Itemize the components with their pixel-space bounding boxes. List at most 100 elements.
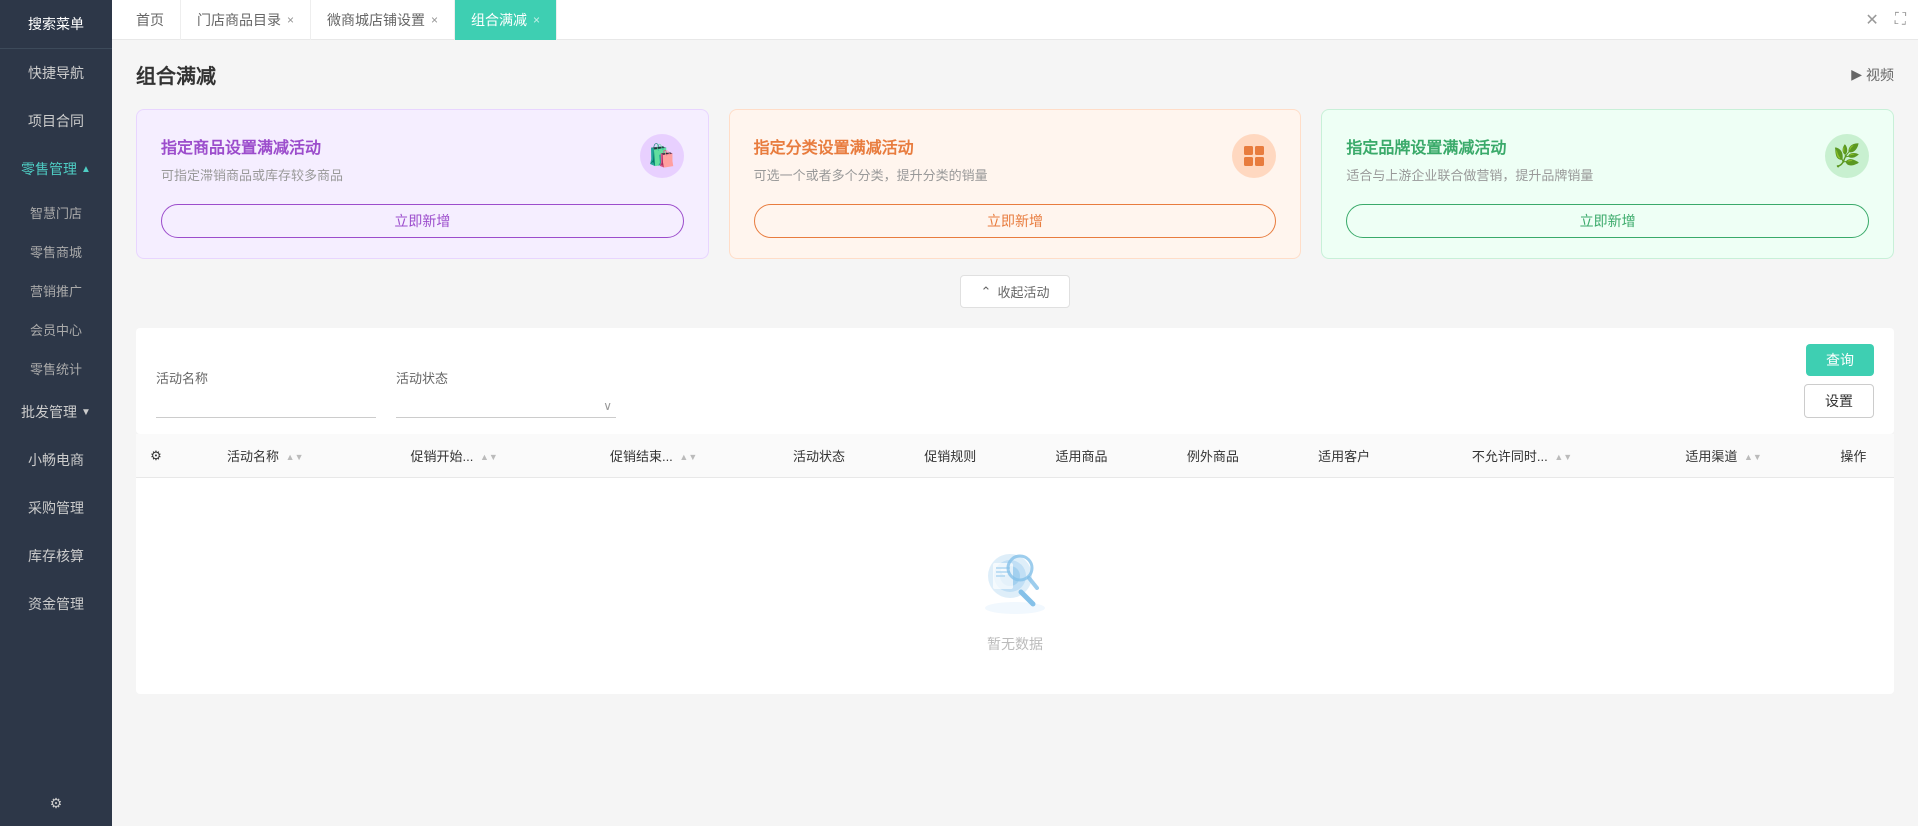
sidebar-item-finance-mgmt[interactable]: 资金管理 bbox=[0, 580, 112, 628]
product-card-desc: 可指定滞销商品或库存较多商品 bbox=[161, 166, 684, 186]
sidebar-item-inventory-calc[interactable]: 库存核算 bbox=[0, 532, 112, 580]
empty-icon bbox=[965, 538, 1065, 618]
sidebar-item-retail-stats[interactable]: 零售统计 bbox=[0, 349, 112, 388]
content-area: 组合满减 ▶ 视频 指定商品设置满减活动 可指定滞销商品或库存较多商品 🛍️ 立… bbox=[112, 40, 1918, 826]
sidebar-item-label: 资金管理 bbox=[28, 594, 84, 614]
sidebar-item-label: 零售统计 bbox=[30, 359, 82, 378]
sort-icon-channel[interactable]: ▲▼ bbox=[1744, 453, 1762, 462]
th-settings[interactable]: ⚙ bbox=[136, 434, 176, 478]
category-card-btn[interactable]: 立即新增 bbox=[754, 204, 1277, 238]
activity-status-label: 活动状态 bbox=[396, 368, 616, 387]
sidebar-search[interactable]: 搜索菜单 bbox=[0, 0, 112, 49]
sidebar-item-marketing[interactable]: 营销推广 bbox=[0, 271, 112, 310]
brand-card-desc: 适合与上游企业联合做营销，提升品牌销量 bbox=[1346, 166, 1869, 186]
settings-btn[interactable]: 设置 bbox=[1804, 384, 1874, 418]
tab-home[interactable]: 首页 bbox=[120, 0, 181, 40]
activity-name-field: 活动名称 bbox=[156, 368, 376, 418]
product-card-btn[interactable]: 立即新增 bbox=[161, 204, 684, 238]
sidebar-item-quick-nav[interactable]: 快捷导航 bbox=[0, 49, 112, 97]
chevron-down-icon: ▼ bbox=[81, 407, 91, 418]
brand-card-btn[interactable]: 立即新增 bbox=[1346, 204, 1869, 238]
cards-row: 指定商品设置满减活动 可指定滞销商品或库存较多商品 🛍️ 立即新增 指定分类设置… bbox=[136, 109, 1894, 259]
sidebar-item-retail-mgmt[interactable]: 零售管理 ▲ bbox=[0, 145, 112, 193]
activity-status-select[interactable]: 进行中 已结束 未开始 bbox=[396, 393, 616, 418]
play-icon: ▶ bbox=[1851, 66, 1862, 83]
activity-name-input[interactable] bbox=[156, 393, 376, 418]
tab-store-catalog[interactable]: 门店商品目录 × bbox=[181, 0, 311, 40]
product-card-title: 指定商品设置满减活动 bbox=[161, 134, 684, 158]
sidebar-item-label: 零售管理 bbox=[21, 159, 77, 179]
sidebar-item-smart-store[interactable]: 智慧门店 bbox=[0, 193, 112, 232]
sort-icon-no-overlap[interactable]: ▲▼ bbox=[1554, 453, 1572, 462]
category-card: 指定分类设置满减活动 可选一个或者多个分类，提升分类的销量 立即新增 bbox=[729, 109, 1302, 259]
chevron-up-icon: ⌃ bbox=[981, 284, 992, 300]
tab-wechat-store-close[interactable]: × bbox=[431, 13, 438, 27]
sidebar-item-project-contract[interactable]: 项目合同 bbox=[0, 97, 112, 145]
sort-icon-end[interactable]: ▲▼ bbox=[679, 453, 697, 462]
th-channel-label: 适用渠道 bbox=[1685, 449, 1737, 464]
table-body: 暂无数据 bbox=[136, 478, 1894, 695]
th-except-goods: 例外商品 bbox=[1147, 434, 1278, 478]
th-status: 活动状态 bbox=[753, 434, 884, 478]
query-btn[interactable]: 查询 bbox=[1806, 344, 1874, 376]
collapse-btn[interactable]: ⌃ 收起活动 bbox=[960, 275, 1071, 308]
sidebar-item-label: 库存核算 bbox=[28, 546, 84, 566]
search-buttons: 查询 设置 bbox=[1804, 344, 1874, 418]
empty-state: 暂无数据 bbox=[136, 478, 1894, 694]
table-header: ⚙ 活动名称 ▲▼ 促销开始... ▲▼ 促销结束... ▲▼ bbox=[136, 434, 1894, 478]
tab-wechat-store[interactable]: 微商城店铺设置 × bbox=[311, 0, 455, 40]
empty-text: 暂无数据 bbox=[987, 634, 1043, 654]
category-card-desc: 可选一个或者多个分类，提升分类的销量 bbox=[754, 166, 1277, 186]
sort-icon-start[interactable]: ▲▼ bbox=[480, 453, 498, 462]
close-window-btn[interactable]: ✕ bbox=[1861, 6, 1882, 34]
tab-combo-discount-label: 组合满减 bbox=[471, 10, 527, 30]
tab-combo-discount[interactable]: 组合满减 × bbox=[455, 0, 557, 40]
sidebar-item-label: 智慧门店 bbox=[30, 203, 82, 222]
activity-status-field: 活动状态 进行中 已结束 未开始 ∨ bbox=[396, 368, 616, 418]
th-name-label: 活动名称 bbox=[227, 449, 279, 464]
tab-store-catalog-close[interactable]: × bbox=[287, 13, 294, 27]
th-rule: 促销规则 bbox=[885, 434, 1016, 478]
sidebar-item-xiaochangec[interactable]: 小畅电商 bbox=[0, 436, 112, 484]
th-name: 活动名称 ▲▼ bbox=[176, 434, 355, 478]
video-btn[interactable]: ▶ 视频 bbox=[1851, 65, 1894, 85]
chevron-up-icon: ▲ bbox=[81, 164, 91, 175]
sidebar-item-label: 批发管理 bbox=[21, 402, 77, 422]
sidebar-item-label: 采购管理 bbox=[28, 498, 84, 518]
tab-combo-discount-close[interactable]: × bbox=[533, 13, 540, 27]
th-end-label: 促销结束... bbox=[610, 449, 673, 464]
sidebar-item-label: 小畅电商 bbox=[28, 450, 84, 470]
tab-store-catalog-label: 门店商品目录 bbox=[197, 10, 281, 30]
brand-card-title: 指定品牌设置满减活动 bbox=[1346, 134, 1869, 158]
sidebar-item-purchase-mgmt[interactable]: 采购管理 bbox=[0, 484, 112, 532]
th-start-label: 促销开始... bbox=[411, 449, 474, 464]
collapse-btn-label: 收起活动 bbox=[997, 282, 1049, 301]
search-bar: 活动名称 活动状态 进行中 已结束 未开始 ∨ 查询 设置 bbox=[136, 328, 1894, 434]
sidebar-item-retail-mall[interactable]: 零售商城 bbox=[0, 232, 112, 271]
brand-card-icon: 🌿 bbox=[1825, 134, 1869, 178]
th-end: 促销结束... ▲▼ bbox=[554, 434, 753, 478]
activity-name-label: 活动名称 bbox=[156, 368, 376, 387]
page-title: 组合满减 bbox=[136, 60, 216, 89]
collapse-bar: ⌃ 收起活动 bbox=[136, 275, 1894, 308]
sidebar-item-wholesale-mgmt[interactable]: 批发管理 ▼ bbox=[0, 388, 112, 436]
th-goods: 适用商品 bbox=[1016, 434, 1147, 478]
gear-icon: ⚙ bbox=[50, 795, 63, 811]
sort-icon-name[interactable]: ▲▼ bbox=[286, 453, 304, 462]
sidebar-item-label: 会员中心 bbox=[30, 320, 82, 339]
brand-card: 指定品牌设置满减活动 适合与上游企业联合做营销，提升品牌销量 🌿 立即新增 bbox=[1321, 109, 1894, 259]
video-label: 视频 bbox=[1866, 65, 1894, 85]
sidebar-item-label: 快捷导航 bbox=[28, 63, 84, 83]
sidebar-item-label: 营销推广 bbox=[30, 281, 82, 300]
sidebar-item-member-center[interactable]: 会员中心 bbox=[0, 310, 112, 349]
main-area: 首页 门店商品目录 × 微商城店铺设置 × 组合满减 × ✕ ⛶ 组合满减 ▶ … bbox=[112, 0, 1918, 826]
th-action: 操作 bbox=[1813, 434, 1894, 478]
sidebar-item-label: 项目合同 bbox=[28, 111, 84, 131]
tab-wechat-store-label: 微商城店铺设置 bbox=[327, 10, 425, 30]
category-card-title: 指定分类设置满减活动 bbox=[754, 134, 1277, 158]
sidebar-settings-btn[interactable]: ⚙ bbox=[0, 781, 112, 826]
product-card: 指定商品设置满减活动 可指定滞销商品或库存较多商品 🛍️ 立即新增 bbox=[136, 109, 709, 259]
th-channel: 适用渠道 ▲▼ bbox=[1634, 434, 1813, 478]
maximize-btn[interactable]: ⛶ bbox=[1891, 7, 1910, 33]
activities-table: ⚙ 活动名称 ▲▼ 促销开始... ▲▼ 促销结束... ▲▼ bbox=[136, 434, 1894, 694]
